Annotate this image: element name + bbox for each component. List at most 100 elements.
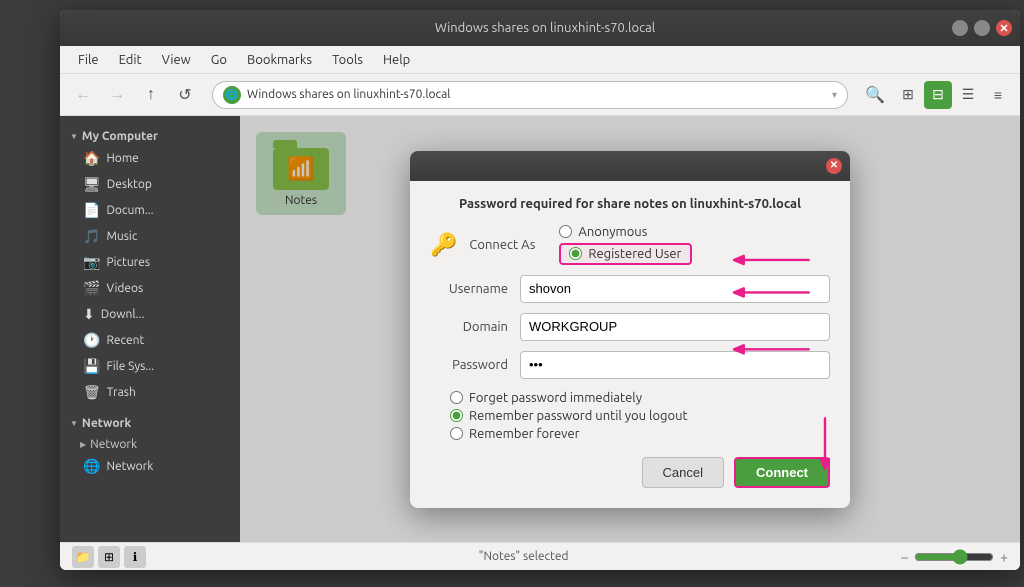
sidebar-section-network[interactable]: ▼ Network (60, 411, 240, 432)
maximize-button[interactable]: □ (974, 20, 990, 36)
sidebar-item-network-label: Network (106, 460, 153, 473)
connect-button[interactable]: Connect (734, 457, 830, 488)
password-row: Password (430, 351, 830, 379)
password-label: Password (430, 358, 520, 372)
status-text: "Notes" selected (146, 550, 901, 563)
sidebar-item-trash-label: Trash (107, 386, 136, 399)
title-bar: Windows shares on linuxhint-s70.local – … (60, 10, 1020, 46)
address-dropdown-icon[interactable]: ▾ (832, 89, 837, 101)
menu-bar: File Edit View Go Bookmarks Tools Help (60, 46, 1020, 74)
anonymous-radio[interactable] (559, 225, 572, 238)
remember-logout-label: Remember password until you logout (469, 409, 688, 423)
view-compact-button[interactable]: ⊞ (894, 81, 922, 109)
sidebar-item-trash[interactable]: 🗑 Trash (63, 380, 237, 405)
network-icon: 🌐 (83, 458, 100, 475)
menu-bookmarks[interactable]: Bookmarks (237, 51, 322, 69)
window-title: Windows shares on linuxhint-s70.local (138, 21, 952, 35)
dialog-overlay: ✕ Password required for share notes on l… (240, 116, 1020, 542)
sidebar-item-pictures[interactable]: 📷 Pictures (63, 250, 237, 275)
remember-forever-radio[interactable] (450, 427, 463, 440)
sidebar-item-videos[interactable]: 🎬 Videos (63, 276, 237, 301)
sidebar-item-network[interactable]: 🌐 Network (63, 454, 237, 479)
zoom-slider[interactable] (914, 549, 994, 565)
sidebar-item-recent-label: Recent (106, 334, 144, 347)
toolbar: ← → ↑ ↺ 🌐 Windows shares on linuxhint-s7… (60, 74, 1020, 116)
remember-section: Forget password immediately Remember pas… (430, 391, 830, 441)
sidebar-section-my-computer-label: My Computer (82, 130, 158, 143)
main-area: ▼ My Computer 🏠 Home 🖥 Desktop 📄 Docum..… (60, 116, 1020, 542)
sidebar: ▼ My Computer 🏠 Home 🖥 Desktop 📄 Docum..… (60, 116, 240, 542)
view-controls: ⊞ ⊟ ☰ ≡ (894, 81, 1012, 109)
sidebar-item-documents[interactable]: 📄 Docum... (63, 198, 237, 223)
sidebar-item-documents-label: Docum... (106, 204, 153, 217)
sidebar-item-downloads-label: Downl... (101, 308, 145, 321)
registered-radio[interactable] (569, 247, 582, 260)
status-left: 📁 ⊞ ℹ (72, 546, 146, 568)
domain-input[interactable] (520, 313, 830, 341)
sidebar-item-home[interactable]: 🏠 Home (63, 146, 237, 171)
zoom-plus-icon: + (1000, 549, 1008, 565)
username-input[interactable] (520, 275, 830, 303)
status-btn-1[interactable]: 📁 (72, 546, 94, 568)
back-button[interactable]: ← (68, 80, 98, 110)
remember-logout-radio[interactable] (450, 409, 463, 422)
remember-logout-option[interactable]: Remember password until you logout (450, 409, 830, 423)
connect-as-row: 🔑 Connect As Anonymous Registered User (430, 225, 830, 265)
arrow-right-icon: ▶ (80, 440, 86, 449)
sidebar-item-videos-label: Videos (106, 282, 143, 295)
sidebar-item-music[interactable]: 🎵 Music (63, 224, 237, 249)
sidebar-item-desktop[interactable]: 🖥 Desktop (63, 172, 237, 197)
search-button[interactable]: 🔍 (860, 80, 890, 110)
up-button[interactable]: ↑ (136, 80, 166, 110)
dialog-titlebar: ✕ (410, 151, 850, 181)
close-button[interactable]: ✕ (996, 20, 1012, 36)
sidebar-section-my-computer[interactable]: ▼ My Computer (60, 124, 240, 145)
status-right: – + (901, 549, 1008, 565)
minimize-button[interactable]: – (952, 20, 968, 36)
desktop-icon: 🖥 (83, 176, 101, 193)
sidebar-network-sub-label: Network (90, 438, 137, 451)
forget-option[interactable]: Forget password immediately (450, 391, 830, 405)
arrow-down-icon-2: ▼ (70, 419, 78, 428)
cancel-button[interactable]: Cancel (642, 457, 724, 488)
dialog-title: Password required for share notes on lin… (430, 197, 830, 211)
sidebar-item-filesystem[interactable]: 💾 File Sys... (63, 354, 237, 379)
registered-option[interactable]: Registered User (559, 243, 691, 265)
menu-help[interactable]: Help (373, 51, 420, 69)
forget-radio[interactable] (450, 391, 463, 404)
pictures-icon: 📷 (83, 254, 100, 271)
menu-edit[interactable]: Edit (109, 51, 152, 69)
dialog-close-button[interactable]: ✕ (826, 158, 842, 174)
dialog-buttons: Cancel Connect (430, 457, 830, 488)
music-icon: 🎵 (83, 228, 100, 245)
window-controls: – □ ✕ (952, 20, 1012, 36)
sidebar-network-sub[interactable]: ▶ Network (60, 432, 240, 453)
remember-forever-option[interactable]: Remember forever (450, 427, 830, 441)
menu-go[interactable]: Go (201, 51, 237, 69)
status-btn-2[interactable]: ⊞ (98, 546, 120, 568)
view-list-button[interactable]: ☰ (954, 81, 982, 109)
password-input[interactable] (520, 351, 830, 379)
videos-icon: 🎬 (83, 280, 100, 297)
anonymous-label: Anonymous (578, 225, 647, 239)
connect-as-label: Connect As (469, 238, 559, 252)
remember-forever-label: Remember forever (469, 427, 580, 441)
forward-button[interactable]: → (102, 80, 132, 110)
dialog-body: Password required for share notes on lin… (410, 181, 850, 508)
sidebar-item-downloads[interactable]: ⬇ Downl... (63, 302, 237, 327)
menu-file[interactable]: File (68, 51, 109, 69)
address-bar: 🌐 Windows shares on linuxhint-s70.local … (212, 81, 848, 109)
sidebar-item-recent[interactable]: 🕐 Recent (63, 328, 237, 353)
status-btn-3[interactable]: ℹ (124, 546, 146, 568)
menu-tools[interactable]: Tools (322, 51, 373, 69)
menu-view[interactable]: View (152, 51, 201, 69)
address-text: Windows shares on linuxhint-s70.local (247, 88, 826, 101)
username-row: Username (430, 275, 830, 303)
view-detail-button[interactable]: ≡ (984, 81, 1012, 109)
home-icon: 🏠 (83, 150, 100, 167)
anonymous-option[interactable]: Anonymous (559, 225, 691, 239)
documents-icon: 📄 (83, 202, 100, 219)
arrow-down-icon: ▼ (70, 132, 78, 141)
reload-button[interactable]: ↺ (170, 80, 200, 110)
view-icon-button[interactable]: ⊟ (924, 81, 952, 109)
